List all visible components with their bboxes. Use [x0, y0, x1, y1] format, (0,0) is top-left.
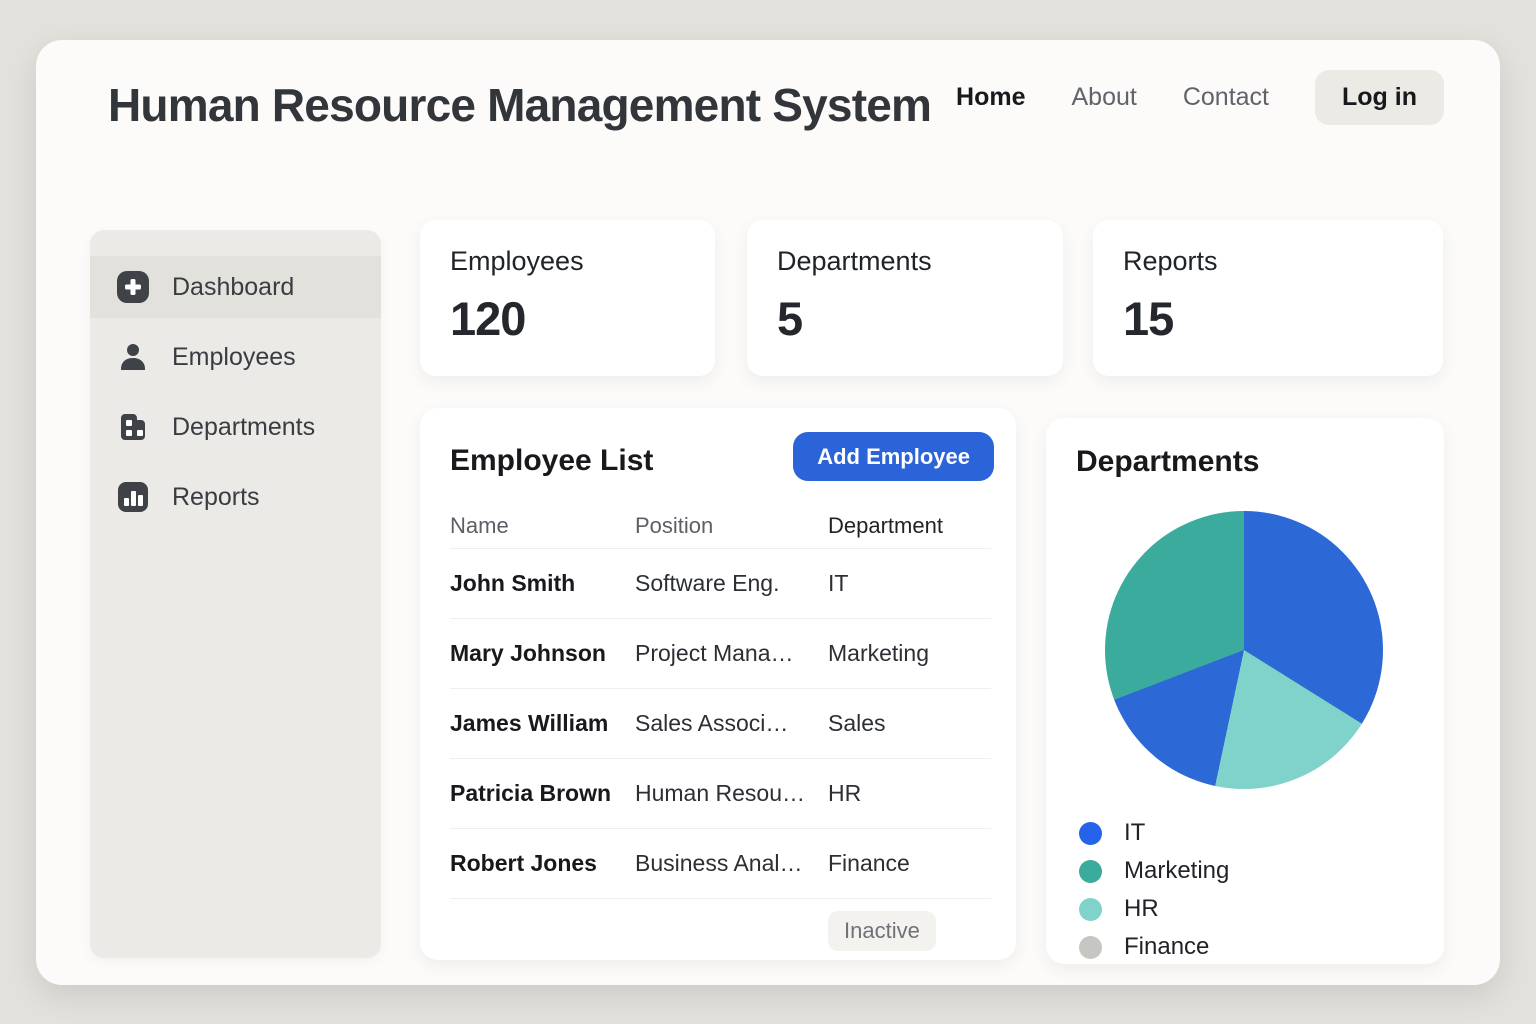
stat-label: Reports	[1123, 246, 1218, 276]
table-row: Patricia Brown Human Resou… HR	[450, 758, 991, 828]
chart-legend: IT Marketing HR Finance	[1079, 814, 1229, 966]
main-panel: Human Resource Management System Home Ab…	[36, 40, 1500, 985]
legend-item-finance: Finance	[1079, 928, 1229, 966]
employee-position: Human Resou…	[635, 780, 806, 806]
plus-square-icon	[116, 270, 150, 304]
bar-chart-icon	[116, 480, 150, 514]
legend-item-marketing: Marketing	[1079, 852, 1229, 890]
employee-department: Sales	[828, 710, 886, 736]
legend-label: Finance	[1124, 933, 1210, 960]
departments-chart-card: Departments IT Marketing HR Finance	[1046, 418, 1444, 964]
legend-dot-it	[1079, 821, 1102, 845]
table-header-row: Name Position Department	[450, 504, 991, 548]
sidebar-item-employees[interactable]: Employees	[90, 326, 381, 388]
legend-dot-finance	[1079, 935, 1102, 959]
employee-position: Project Mana…	[635, 640, 794, 666]
sidebar: Dashboard Employees Departments Reports	[90, 230, 381, 958]
sidebar-item-departments[interactable]: Departments	[90, 396, 381, 458]
stat-card-employees: Employees 120	[420, 220, 715, 376]
stat-card-reports: Reports 15	[1093, 220, 1443, 376]
top-nav: Home About Contact Log in	[956, 69, 1444, 125]
legend-dot-hr	[1079, 897, 1102, 921]
nav-link-about[interactable]: About	[1072, 83, 1137, 112]
employee-list-title: Employee List	[450, 444, 654, 477]
departments-pie	[1105, 511, 1383, 789]
sidebar-item-label: Departments	[172, 412, 316, 441]
column-header-name: Name	[450, 513, 509, 538]
employee-name: Patricia Brown	[450, 780, 612, 806]
stat-label: Departments	[777, 246, 932, 276]
status-badge: Inactive	[828, 910, 936, 951]
person-icon	[116, 340, 150, 374]
column-header-department: Department	[828, 513, 943, 538]
employee-position: Software Eng.	[635, 570, 780, 596]
employee-position: Business Anal…	[635, 850, 803, 876]
chart-title: Departments	[1076, 445, 1260, 478]
table-footer-row: Inactive	[450, 898, 991, 962]
sidebar-item-label: Employees	[172, 342, 296, 371]
sidebar-item-dashboard[interactable]: Dashboard	[90, 256, 381, 318]
employee-name: James William	[450, 710, 609, 736]
add-employee-button[interactable]: Add Employee	[793, 432, 994, 481]
legend-label: Marketing	[1124, 857, 1230, 884]
page-title: Human Resource Management System	[108, 79, 932, 131]
sidebar-item-label: Reports	[172, 482, 260, 511]
legend-dot-marketing	[1079, 859, 1102, 883]
employee-department: Finance	[828, 850, 910, 876]
employee-name: Mary Johnson	[450, 640, 606, 666]
employee-position: Sales Associ…	[635, 710, 789, 736]
legend-label: IT	[1124, 819, 1146, 846]
stat-card-departments: Departments 5	[747, 220, 1063, 376]
employee-department: Marketing	[828, 640, 929, 666]
employee-department: IT	[828, 570, 849, 596]
legend-item-it: IT	[1079, 814, 1229, 852]
employee-department: HR	[828, 780, 862, 806]
nav-link-home[interactable]: Home	[956, 83, 1025, 112]
stat-label: Employees	[450, 246, 584, 276]
table-row: James William Sales Associ… Sales	[450, 688, 991, 758]
building-icon	[116, 410, 150, 444]
stat-value: 15	[1123, 292, 1174, 345]
employee-name: Robert Jones	[450, 850, 597, 876]
employee-list-card: Employee List Add Employee Name Position…	[420, 408, 1016, 960]
legend-item-hr: HR	[1079, 890, 1229, 928]
column-header-position: Position	[635, 513, 714, 538]
sidebar-item-reports[interactable]: Reports	[90, 466, 381, 528]
login-button[interactable]: Log in	[1315, 69, 1444, 125]
stat-value: 120	[450, 292, 526, 345]
stat-value: 5	[777, 292, 803, 345]
nav-link-contact[interactable]: Contact	[1183, 83, 1269, 112]
employee-name: John Smith	[450, 570, 576, 596]
table-row: John Smith Software Eng. IT	[450, 548, 991, 618]
legend-label: HR	[1124, 895, 1159, 922]
employee-table: Name Position Department John Smith Soft…	[450, 504, 991, 962]
table-row: Robert Jones Business Anal… Finance	[450, 828, 991, 898]
sidebar-item-label: Dashboard	[172, 272, 295, 301]
table-row: Mary Johnson Project Mana… Marketing	[450, 618, 991, 688]
